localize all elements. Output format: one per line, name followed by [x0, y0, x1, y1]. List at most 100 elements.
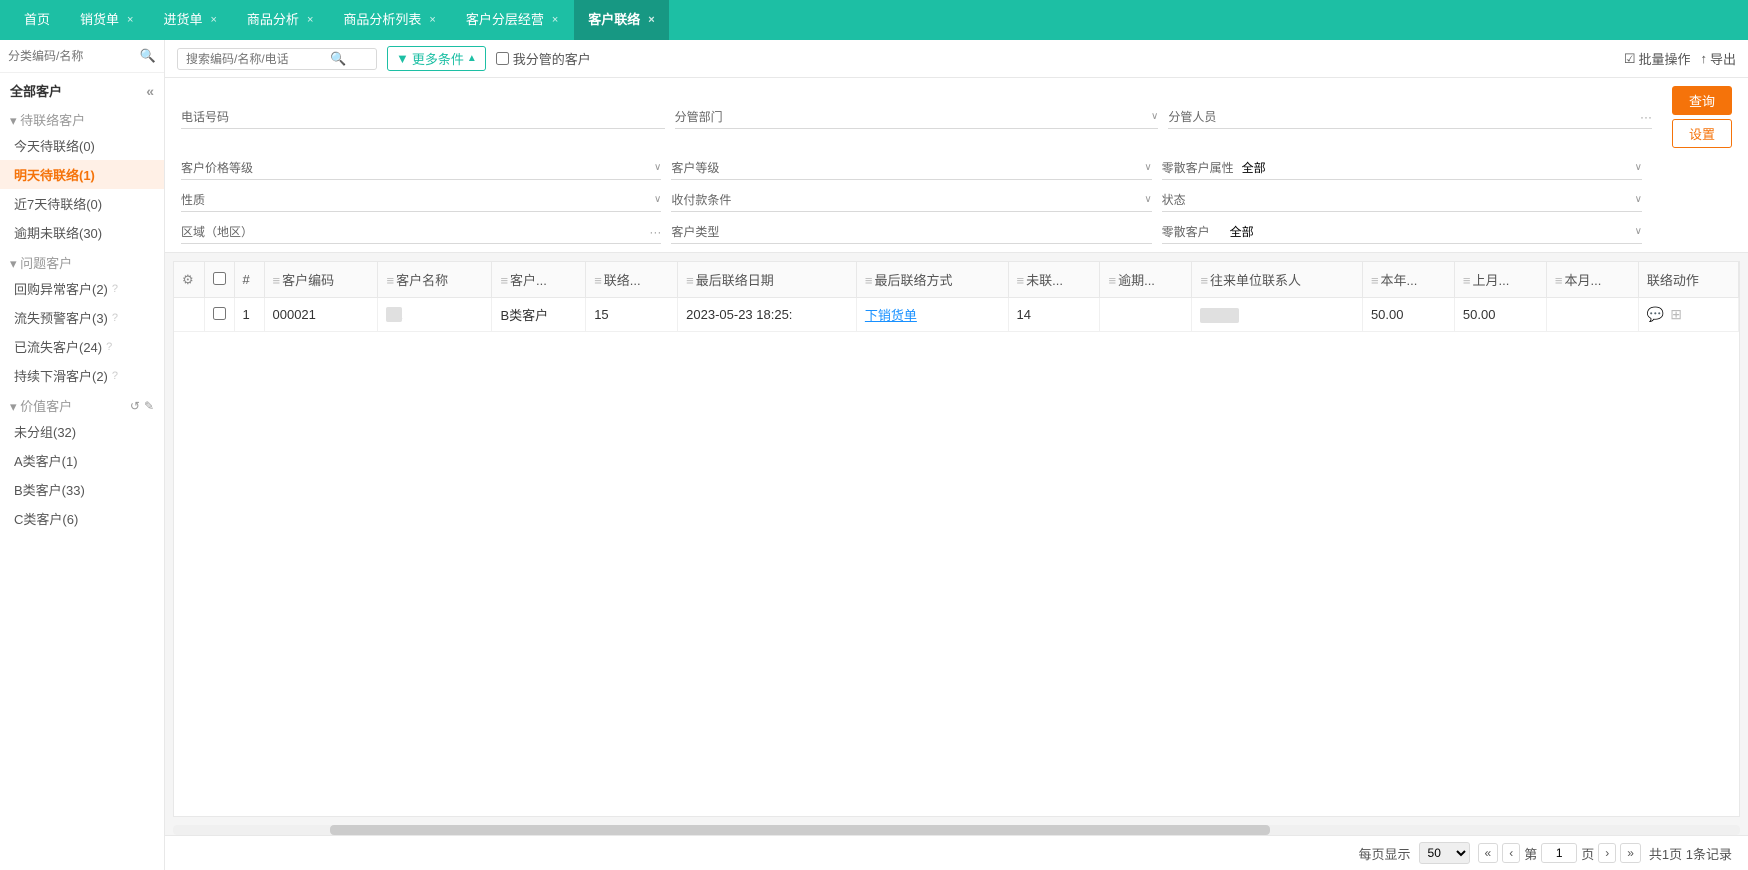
- sidebar-search-input[interactable]: [8, 49, 136, 63]
- col-checkbox[interactable]: [204, 262, 234, 298]
- filter-retail-attr-label: 零散客户属性: [1162, 159, 1234, 176]
- cell-code: 000021: [264, 298, 378, 332]
- select-all-checkbox[interactable]: [213, 272, 226, 285]
- sidebar: 🔍 全部客户 « ▾ 待联络客户 今天待联络(0) 明天待联络(1) 近7天待联…: [0, 40, 165, 870]
- sidebar-item-churn-warning[interactable]: 流失预警客户(3) ?: [0, 303, 164, 332]
- filter-customer-level[interactable]: 客户等级 ∨: [671, 156, 1151, 180]
- sidebar-item-tomorrow-pending[interactable]: 明天待联络(1): [0, 160, 164, 189]
- close-sales-order-icon[interactable]: ×: [127, 0, 133, 40]
- last-page-button[interactable]: »: [1620, 843, 1641, 863]
- prev-page-button[interactable]: ‹: [1502, 843, 1520, 863]
- filter-retail-customer-caret[interactable]: ∨: [1635, 226, 1642, 237]
- row-checkbox[interactable]: [213, 307, 226, 320]
- first-page-button[interactable]: «: [1478, 843, 1499, 863]
- nav-customer-contact[interactable]: 客户联络 ×: [574, 0, 668, 40]
- filter-retail-customer[interactable]: 零散客户 全部 ∨: [1162, 220, 1642, 244]
- search-input[interactable]: [186, 52, 326, 66]
- close-customer-segment-icon[interactable]: ×: [552, 0, 558, 40]
- total-records-label: 共1页 1条记录: [1649, 844, 1732, 863]
- sidebar-item-a-class[interactable]: A类客户(1): [0, 446, 164, 475]
- my-customers-checkbox[interactable]: 我分管的客户: [496, 49, 591, 68]
- close-product-analysis-list-icon[interactable]: ×: [429, 0, 435, 40]
- nav-customer-segment[interactable]: 客户分层经营 ×: [452, 0, 572, 40]
- more-caret-icon: ▲: [467, 53, 477, 64]
- gear-icon[interactable]: ⚙: [182, 272, 194, 287]
- help-icon-0[interactable]: ?: [112, 283, 118, 295]
- filter-region[interactable]: 区域（地区） ···: [181, 220, 661, 244]
- value-refresh-icon[interactable]: ↺: [130, 399, 140, 413]
- filter-dept[interactable]: 分管部门 ∨: [675, 105, 1159, 129]
- per-page-select[interactable]: 50 10 20 100: [1419, 842, 1470, 864]
- cell-unit-contact: 联系人: [1192, 298, 1363, 332]
- comment-action-icon[interactable]: 💬: [1647, 306, 1664, 323]
- settings-button[interactable]: 设置: [1672, 119, 1732, 148]
- sidebar-all-customers[interactable]: 全部客户 «: [0, 73, 164, 104]
- horizontal-scrollbar[interactable]: [173, 825, 1740, 835]
- filter-payment-terms[interactable]: 收付款条件 ∨: [671, 188, 1151, 212]
- scrollbar-thumb[interactable]: [330, 825, 1270, 835]
- filter-customer-level-caret[interactable]: ∨: [1144, 162, 1151, 173]
- sidebar-item-c-class[interactable]: C类客户(6): [0, 504, 164, 533]
- filter-phone-input[interactable]: [245, 110, 665, 124]
- nav-sales-order[interactable]: 销货单 ×: [66, 0, 147, 40]
- filter-retail-attr[interactable]: 零散客户属性 全部 ∨: [1162, 156, 1642, 180]
- export-button[interactable]: ↑ 导出: [1700, 49, 1736, 68]
- col-this-month: ≡本月...: [1546, 262, 1638, 298]
- help-icon-2[interactable]: ?: [106, 341, 112, 353]
- sidebar-item-ungrouped[interactable]: 未分组(32): [0, 417, 164, 446]
- batch-operation-button[interactable]: ☑ 批量操作: [1624, 49, 1691, 68]
- cell-last-contact-method[interactable]: 下销货单: [856, 298, 1008, 332]
- query-button[interactable]: 查询: [1672, 86, 1732, 115]
- col-last-contact-method: ≡最后联络方式: [856, 262, 1008, 298]
- page-number-input[interactable]: [1541, 843, 1577, 863]
- next-page-button[interactable]: ›: [1598, 843, 1616, 863]
- cell-this-month: [1546, 298, 1638, 332]
- sidebar-item-abnormal-repurchase[interactable]: 回购异常客户(2) ?: [0, 274, 164, 303]
- col-settings[interactable]: ⚙: [174, 262, 204, 298]
- grid-action-icon[interactable]: ⊞: [1670, 306, 1682, 323]
- sidebar-item-today-pending[interactable]: 今天待联络(0): [0, 131, 164, 160]
- filter-dept-caret[interactable]: ∨: [1151, 111, 1158, 122]
- sidebar-item-churned[interactable]: 已流失客户(24) ?: [0, 332, 164, 361]
- filter-price-level[interactable]: 客户价格等级 ∨: [181, 156, 661, 180]
- filter-nature-caret[interactable]: ∨: [654, 194, 661, 205]
- cell-this-year: 50.00: [1362, 298, 1454, 332]
- filter-status-caret[interactable]: ∨: [1635, 194, 1642, 205]
- cell-name: Ea: [378, 298, 492, 332]
- value-edit-icon[interactable]: ✎: [144, 399, 154, 413]
- filter-payment-terms-label: 收付款条件: [671, 191, 731, 208]
- sidebar-item-declining[interactable]: 持续下滑客户(2) ?: [0, 361, 164, 390]
- sidebar-collapse-icon[interactable]: «: [146, 83, 154, 99]
- filter-payment-caret[interactable]: ∨: [1144, 194, 1151, 205]
- sidebar-search-icon[interactable]: 🔍: [140, 48, 156, 64]
- nav-home[interactable]: 首页: [10, 0, 64, 40]
- filter-region-dots[interactable]: ···: [649, 225, 661, 239]
- filter-price-caret[interactable]: ∨: [654, 162, 661, 173]
- help-icon-1[interactable]: ?: [112, 312, 118, 324]
- nav-purchase-order[interactable]: 进货单 ×: [149, 0, 230, 40]
- close-purchase-order-icon[interactable]: ×: [210, 0, 216, 40]
- col-action: 联络动作: [1638, 262, 1738, 298]
- more-conditions-button[interactable]: ▼ 更多条件 ▲: [387, 46, 486, 71]
- sidebar-item-b-class[interactable]: B类客户(33): [0, 475, 164, 504]
- close-customer-contact-icon[interactable]: ×: [648, 0, 654, 40]
- filter-nature[interactable]: 性质 ∨: [181, 188, 661, 212]
- check-square-icon: ☑: [1624, 51, 1636, 67]
- search-icon[interactable]: 🔍: [330, 51, 346, 67]
- help-icon-3[interactable]: ?: [112, 370, 118, 382]
- sidebar-problem-section: ▾ 问题客户: [0, 247, 164, 274]
- filter-retail-attr-caret[interactable]: ∨: [1635, 162, 1642, 173]
- sidebar-item-overdue-pending[interactable]: 逾期未联络(30): [0, 218, 164, 247]
- cell-checkbox[interactable]: [204, 298, 234, 332]
- close-product-analysis-icon[interactable]: ×: [307, 0, 313, 40]
- filter-bar: 🔍 ▼ 更多条件 ▲ 我分管的客户 ☑ 批量操作 ↑ 导出: [165, 40, 1748, 78]
- nav-product-analysis[interactable]: 商品分析 ×: [233, 0, 327, 40]
- filter-status[interactable]: 状态 ∨: [1162, 188, 1642, 212]
- contact-method-link[interactable]: 下销货单: [865, 308, 917, 323]
- filter-person-dots[interactable]: ···: [1640, 110, 1652, 124]
- filter-customer-type[interactable]: 客户类型: [671, 220, 1151, 244]
- nav-product-analysis-list[interactable]: 商品分析列表 ×: [329, 0, 449, 40]
- my-customers-check[interactable]: [496, 52, 509, 65]
- sidebar-item-7days-pending[interactable]: 近7天待联络(0): [0, 189, 164, 218]
- filter-person[interactable]: 分管人员 ···: [1168, 105, 1652, 129]
